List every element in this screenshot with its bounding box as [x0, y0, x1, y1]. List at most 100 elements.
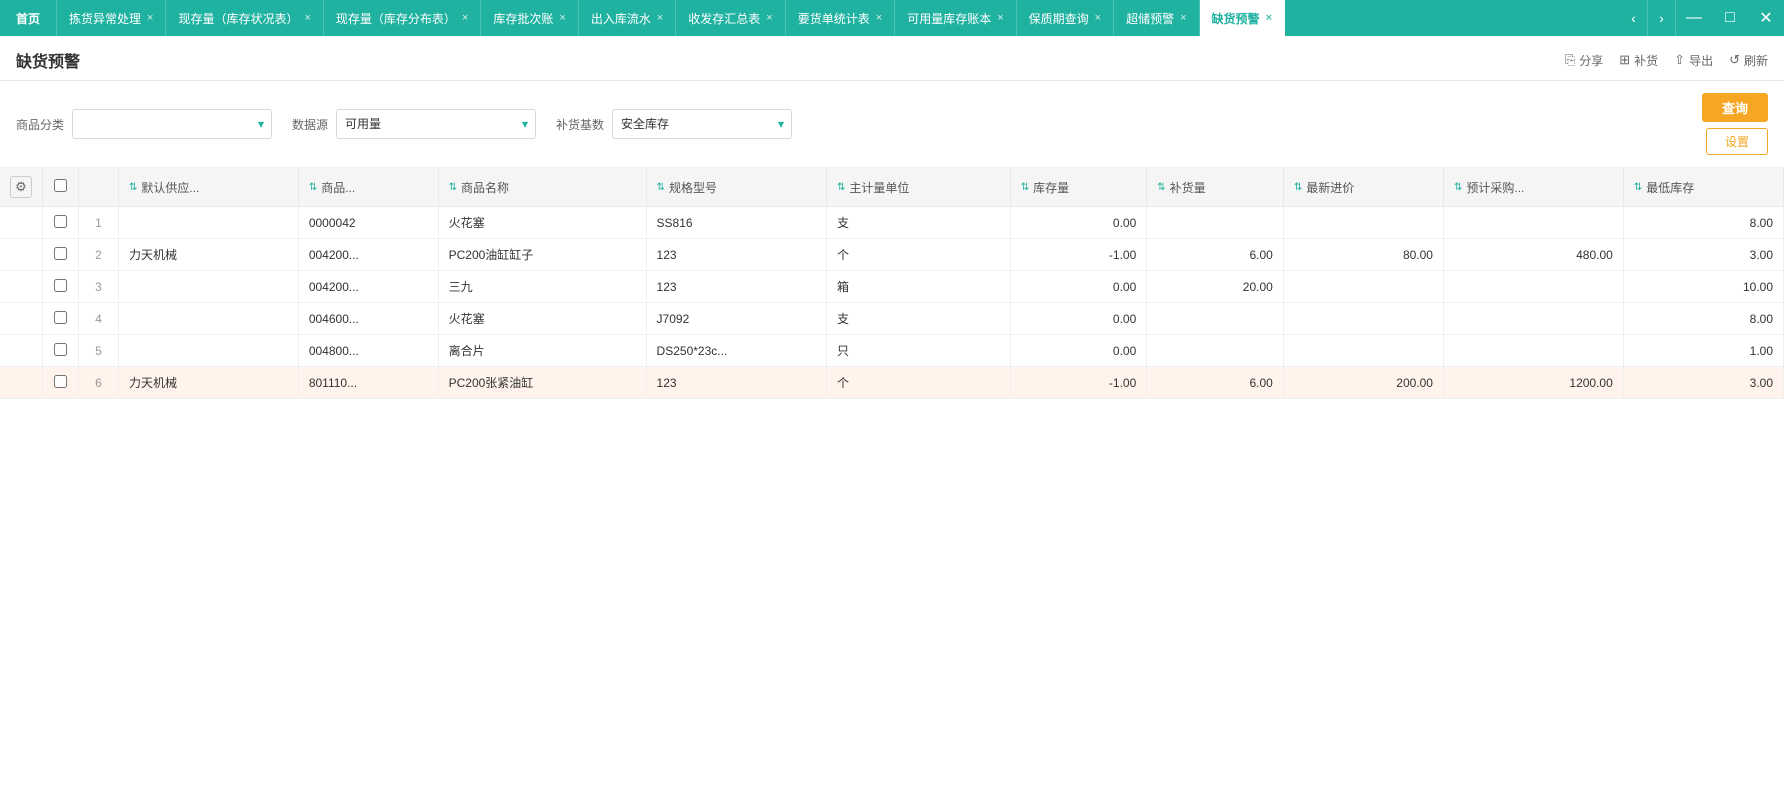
row-spec-4: DS250*23c...	[646, 335, 826, 367]
tab-inventory-status[interactable]: 现存量（库存状况表）×	[166, 0, 323, 36]
tab-overstock[interactable]: 超储预警 ×	[1114, 0, 1199, 36]
window-minimize-btn[interactable]: —	[1676, 0, 1712, 36]
replenish-base-select[interactable]: 安全库存	[612, 109, 792, 139]
row-settings-cell	[0, 303, 43, 335]
row-num-4: 5	[79, 335, 119, 367]
datasource-label: 数据源	[292, 116, 328, 133]
tab-close-inventory-dist[interactable]: ×	[462, 12, 468, 24]
th-spec[interactable]: ⇅规格型号	[646, 168, 826, 207]
row-stock-5: -1.00	[1010, 367, 1147, 399]
table-row: 6 力天机械 801110... PC200张紧油缸 123 个 -1.00 6…	[0, 367, 1784, 399]
th-unit[interactable]: ⇅主计量单位	[826, 168, 1010, 207]
replenish-button[interactable]: ⊞ 补货	[1619, 52, 1658, 69]
row-checkbox-4[interactable]	[54, 343, 67, 356]
row-unit-5: 个	[826, 367, 1010, 399]
tab-close-overstock[interactable]: ×	[1180, 12, 1186, 24]
row-est-purchase-4	[1443, 335, 1623, 367]
th-replenish-qty[interactable]: ⇅补货量	[1147, 168, 1284, 207]
tab-abnormal[interactable]: 拣货异常处理×	[57, 0, 166, 36]
row-replenish-4	[1147, 335, 1284, 367]
row-min-stock-0: 8.00	[1623, 207, 1783, 239]
row-checkbox-2[interactable]	[54, 279, 67, 292]
filter-actions: 查询 设置	[1702, 93, 1768, 155]
row-stock-3: 0.00	[1010, 303, 1147, 335]
row-checkbox-cell	[43, 367, 79, 399]
row-unit-3: 支	[826, 303, 1010, 335]
row-settings-cell	[0, 335, 43, 367]
row-checkbox-3[interactable]	[54, 311, 67, 324]
tab-close-collection[interactable]: ×	[766, 12, 772, 24]
row-spec-5: 123	[646, 367, 826, 399]
row-supplier-3	[119, 303, 299, 335]
row-name-5: PC200张紧油缸	[438, 367, 646, 399]
row-checkbox-0[interactable]	[54, 215, 67, 228]
th-stock-qty[interactable]: ⇅库存量	[1010, 168, 1147, 207]
export-label: 导出	[1689, 52, 1713, 69]
tab-close-purchase-stat[interactable]: ×	[876, 12, 882, 24]
query-button[interactable]: 查询	[1702, 93, 1768, 122]
settings-button[interactable]: 设置	[1706, 128, 1768, 155]
tab-inventory-dist[interactable]: 现存量（库存分布表）×	[324, 0, 481, 36]
refresh-button[interactable]: ↺ 刷新	[1729, 52, 1768, 69]
tab-close-expiry-query[interactable]: ×	[1095, 12, 1101, 24]
chevron-left-icon: ‹	[1631, 10, 1636, 26]
tab-purchase-stat[interactable]: 要货单统计表×	[786, 0, 895, 36]
th-latest-price[interactable]: ⇅最新进价	[1283, 168, 1443, 207]
th-min-stock[interactable]: ⇅最低库存	[1623, 168, 1783, 207]
table-row: 3 004200... 三九 123 箱 0.00 20.00 10.00	[0, 271, 1784, 303]
table-row: 1 0000042 火花塞 SS816 支 0.00 8.00	[0, 207, 1784, 239]
row-min-stock-5: 3.00	[1623, 367, 1783, 399]
row-latest-price-4	[1283, 335, 1443, 367]
row-checkbox-1[interactable]	[54, 247, 67, 260]
row-name-3: 火花塞	[438, 303, 646, 335]
category-select[interactable]	[72, 109, 272, 139]
row-unit-2: 箱	[826, 271, 1010, 303]
share-button[interactable]: ⎘ 分享	[1565, 52, 1603, 69]
row-settings-cell	[0, 239, 43, 271]
row-checkbox-cell	[43, 303, 79, 335]
tab-scroll-right[interactable]: ›	[1648, 0, 1676, 36]
tab-expiry-query[interactable]: 保质期查询×	[1017, 0, 1114, 36]
replenish-label: 补货	[1634, 52, 1658, 69]
tab-close-shortage[interactable]: ×	[1266, 12, 1272, 24]
table-row: 4 004600... 火花塞 J7092 支 0.00 8.00	[0, 303, 1784, 335]
tab-collection[interactable]: 收发存汇总表 ×	[676, 0, 785, 36]
tab-scroll-left[interactable]: ‹	[1620, 0, 1648, 36]
tab-label-overstock: 超储预警	[1126, 10, 1174, 27]
row-min-stock-3: 8.00	[1623, 303, 1783, 335]
tab-close-available-ledger[interactable]: ×	[997, 12, 1003, 24]
th-est-purchase[interactable]: ⇅预计采购...	[1443, 168, 1623, 207]
row-replenish-2: 20.00	[1147, 271, 1284, 303]
row-code-2: 004200...	[298, 271, 438, 303]
column-settings-icon[interactable]: ⚙	[10, 176, 32, 198]
th-settings: ⚙	[0, 168, 43, 207]
category-label: 商品分类	[16, 116, 64, 133]
row-spec-2: 123	[646, 271, 826, 303]
row-checkbox-cell	[43, 335, 79, 367]
tab-close-batch-account[interactable]: ×	[559, 12, 565, 24]
window-close-btn[interactable]: ✕	[1748, 0, 1784, 36]
row-replenish-5: 6.00	[1147, 367, 1284, 399]
th-product-code[interactable]: ⇅商品...	[298, 168, 438, 207]
refresh-label: 刷新	[1744, 52, 1768, 69]
tab-label-collection: 收发存汇总表	[688, 10, 760, 27]
tab-inout-flow[interactable]: 出入库流水×	[579, 0, 676, 36]
row-stock-1: -1.00	[1010, 239, 1147, 271]
th-product-name[interactable]: ⇅商品名称	[438, 168, 646, 207]
share-label: 分享	[1579, 52, 1603, 69]
tab-close-inventory-status[interactable]: ×	[304, 12, 310, 24]
tab-shortage[interactable]: 缺货预警×	[1200, 0, 1285, 36]
main-content: 缺货预警 ⎘ 分享 ⊞ 补货 ⇧ 导出 ↺ 刷新 商品分类	[0, 36, 1784, 796]
tab-close-abnormal[interactable]: ×	[147, 12, 153, 24]
row-checkbox-5[interactable]	[54, 375, 67, 388]
th-default-supplier[interactable]: ⇅默认供应...	[119, 168, 299, 207]
tab-available-ledger[interactable]: 可用量库存账本×	[895, 0, 1016, 36]
select-all-checkbox[interactable]	[54, 179, 67, 192]
row-latest-price-2	[1283, 271, 1443, 303]
tab-batch-account[interactable]: 库存批次账×	[481, 0, 578, 36]
tab-close-inout-flow[interactable]: ×	[657, 12, 663, 24]
window-maximize-btn[interactable]: □	[1712, 0, 1748, 36]
export-button[interactable]: ⇧ 导出	[1674, 52, 1713, 69]
datasource-select[interactable]: 可用量	[336, 109, 536, 139]
tab-home[interactable]: 首页	[0, 0, 57, 36]
